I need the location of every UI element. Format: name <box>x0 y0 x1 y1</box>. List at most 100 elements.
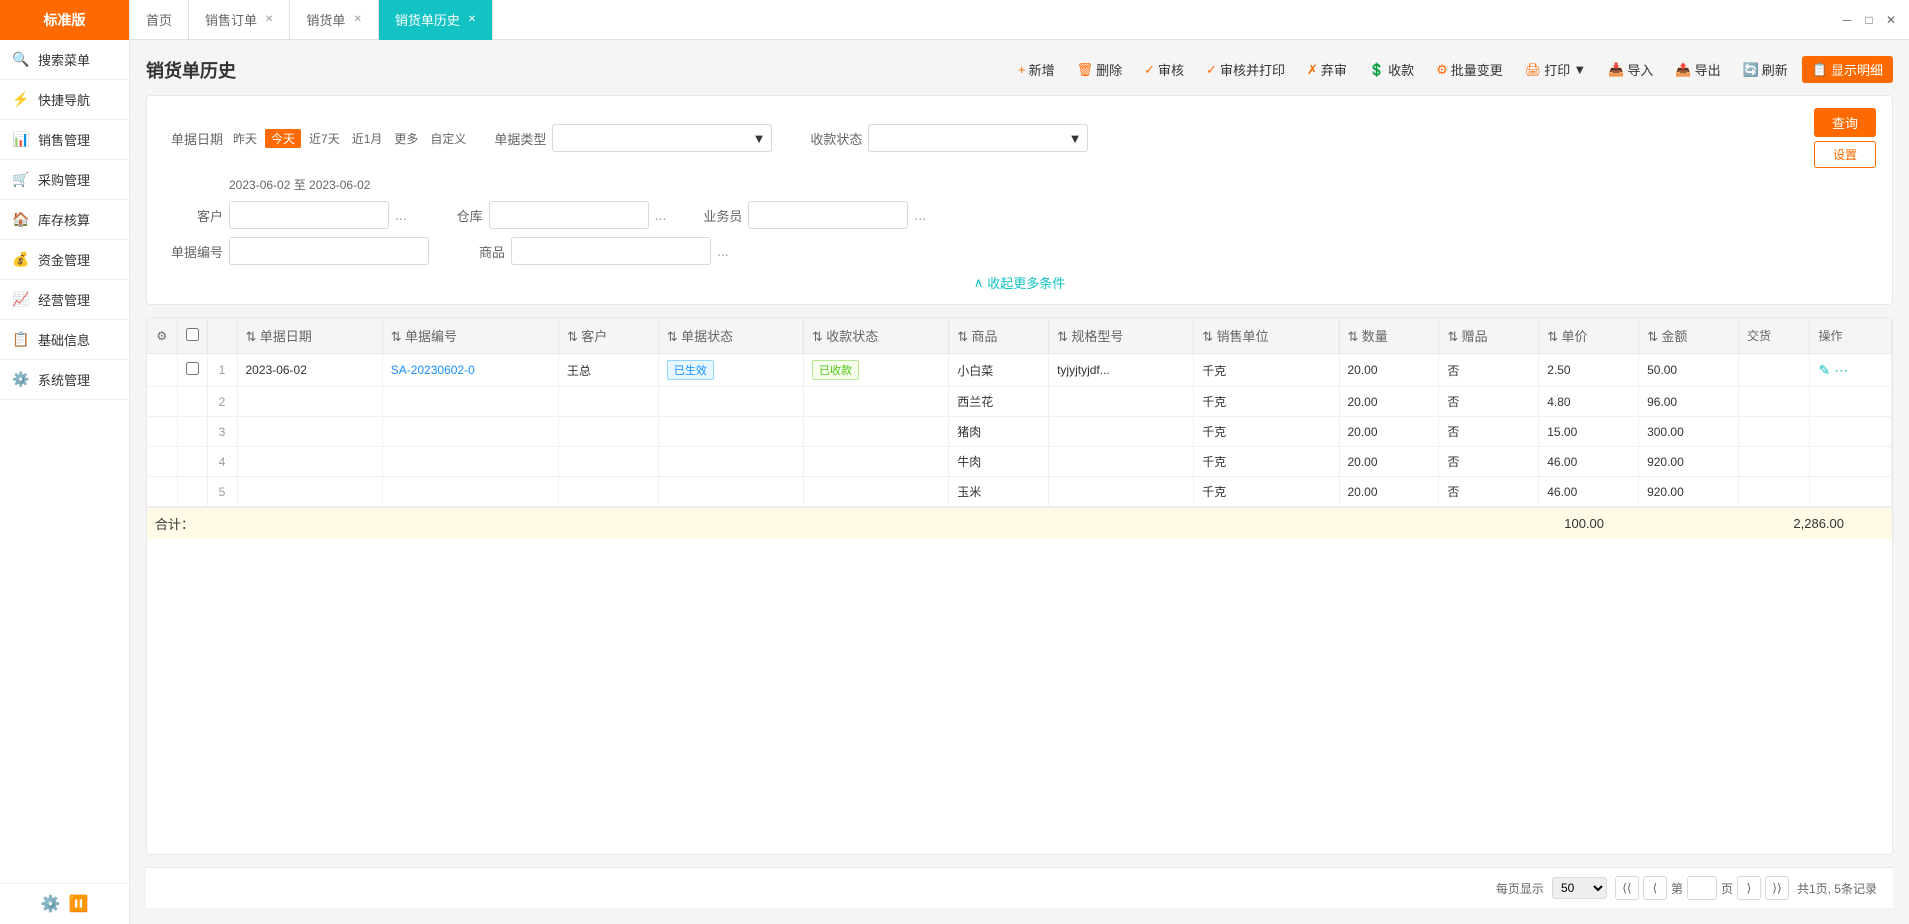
agent-input[interactable] <box>748 201 908 229</box>
tab-sales-order-close[interactable]: ✕ <box>265 14 273 25</box>
filter-customer: 客户 ... <box>163 201 407 229</box>
row-doc-no-0[interactable]: SA-20230602-0 <box>382 354 558 387</box>
row-cb-2[interactable] <box>177 417 207 447</box>
sidebar-item-finance-mgmt[interactable]: 💰 资金管理 <box>0 240 129 280</box>
row-gift-1: 否 <box>1439 387 1539 417</box>
goods-input[interactable] <box>511 237 711 265</box>
page-input[interactable]: 1 <box>1687 876 1717 900</box>
pay-status-select[interactable]: ▼ <box>868 124 1088 152</box>
window-max-btn[interactable]: □ <box>1859 10 1879 30</box>
show-detail-button[interactable]: 📋 显示明细 <box>1802 56 1893 83</box>
print-button[interactable]: 🖨 打印 ▼ <box>1517 56 1594 83</box>
doc-type-arrow: ▼ <box>753 131 766 146</box>
row-doc-no-1[interactable] <box>382 387 558 417</box>
shortcut-today[interactable]: 今天 <box>265 129 301 148</box>
row-doc-no-2[interactable] <box>382 417 558 447</box>
col-amount[interactable]: ⇅ 金额 <box>1639 318 1739 354</box>
customer-input[interactable] <box>229 201 389 229</box>
col-spec[interactable]: ⇅ 规格型号 <box>1049 318 1194 354</box>
col-gift[interactable]: ⇅ 赠品 <box>1439 318 1539 354</box>
shortcut-custom[interactable]: 自定义 <box>426 129 470 148</box>
print-arrow-icon: ▼ <box>1573 62 1586 77</box>
sidebar-item-basic-info[interactable]: 📋 基础信息 <box>0 320 129 360</box>
col-customer[interactable]: ⇅ 客户 <box>558 318 658 354</box>
tab-sales-history-close[interactable]: ✕ <box>468 14 476 25</box>
refresh-button[interactable]: 🔄 刷新 <box>1735 56 1796 83</box>
warehouse-input[interactable] <box>489 201 649 229</box>
collect-button[interactable]: 💲 收款 <box>1361 56 1422 83</box>
select-all-checkbox[interactable] <box>186 328 199 341</box>
shortcut-yesterday[interactable]: 昨天 <box>229 129 261 148</box>
row-more-icon-0[interactable]: ⋯ <box>1834 362 1848 379</box>
col-qty[interactable]: ⇅ 数量 <box>1339 318 1439 354</box>
delete-icon: 🗑 <box>1077 62 1094 78</box>
row-edit-icon-0[interactable]: ✎ <box>1818 362 1830 379</box>
sidebar-item-label: 采购管理 <box>38 170 90 189</box>
tab-home[interactable]: 首页 <box>130 0 189 40</box>
row-cb-3[interactable] <box>177 447 207 477</box>
col-pay-status[interactable]: ⇅ 收款状态 <box>804 318 949 354</box>
tab-sales-history[interactable]: 销货单历史 ✕ <box>379 0 493 40</box>
col-doc-no[interactable]: ⇅ 单据编号 <box>382 318 558 354</box>
row-gift-4: 否 <box>1439 477 1539 507</box>
set-button[interactable]: 设置 <box>1814 141 1876 168</box>
batch-change-button[interactable]: ⚙ 批量变更 <box>1428 56 1511 83</box>
row-doc-no-4[interactable] <box>382 477 558 507</box>
sidebar-item-purchase-mgmt[interactable]: 🛒 采购管理 <box>0 160 129 200</box>
review-print-button[interactable]: ✓ 审核并打印 <box>1198 56 1293 83</box>
window-min-btn[interactable]: ─ <box>1837 10 1857 30</box>
tab-sales-goods-close[interactable]: ✕ <box>353 14 361 25</box>
page-prev-btn[interactable]: ⟨ <box>1643 876 1667 900</box>
sidebar-item-quick-nav[interactable]: ⚡ 快捷导航 <box>0 80 129 120</box>
row-qty-0: 20.00 <box>1339 354 1439 387</box>
col-goods[interactable]: ⇅ 商品 <box>949 318 1049 354</box>
delete-button[interactable]: 🗑 删除 <box>1069 56 1131 83</box>
row-doc-no-3[interactable] <box>382 447 558 477</box>
col-doc-status[interactable]: ⇅ 单据状态 <box>658 318 803 354</box>
settings-footer-icon[interactable]: ⚙️ <box>41 894 61 914</box>
doc-no-input[interactable] <box>229 237 429 265</box>
row-checkbox-0[interactable] <box>186 362 199 375</box>
doc-type-select[interactable]: ▼ <box>552 124 772 152</box>
collect-label: 收款 <box>1388 60 1414 79</box>
sidebar-item-sys-mgmt[interactable]: ⚙️ 系统管理 <box>0 360 129 400</box>
shortcut-1month[interactable]: 近1月 <box>348 129 387 148</box>
warehouse-ellipsis[interactable]: ... <box>655 207 667 223</box>
col-unit[interactable]: ⇅ 销售单位 <box>1194 318 1339 354</box>
col-price[interactable]: ⇅ 单价 <box>1539 318 1639 354</box>
col-gear[interactable]: ⚙ <box>147 318 177 354</box>
query-button[interactable]: 查询 <box>1814 108 1876 137</box>
new-button[interactable]: + 新增 <box>1010 56 1063 83</box>
import-button[interactable]: 📥 导入 <box>1600 56 1661 83</box>
sidebar-item-inventory[interactable]: 🏠 库存核算 <box>0 200 129 240</box>
abandon-button[interactable]: ✗ 弃审 <box>1299 56 1355 83</box>
shortcut-more[interactable]: 更多 <box>390 129 422 148</box>
toggle-more-btn[interactable]: ∧ 收起更多条件 <box>163 273 1876 292</box>
customer-ellipsis[interactable]: ... <box>395 207 407 223</box>
col-spec-label: 规格型号 <box>1071 329 1123 344</box>
per-page-select[interactable]: 50 100 200 <box>1552 877 1607 899</box>
agent-ellipsis[interactable]: ... <box>914 207 926 223</box>
row-cb-4[interactable] <box>177 477 207 507</box>
col-checkbox[interactable] <box>177 318 207 354</box>
tab-sales-goods[interactable]: 销货单 ✕ <box>290 0 378 40</box>
page-next-btn[interactable]: ⟩ <box>1737 876 1761 900</box>
sidebar-item-sales-mgmt[interactable]: 📊 销售管理 <box>0 120 129 160</box>
row-goods-1: 西兰花 <box>949 387 1049 417</box>
goods-ellipsis[interactable]: ... <box>717 243 729 259</box>
col-price-sort: ⇅ <box>1547 329 1558 344</box>
export-button[interactable]: 📤 导出 <box>1667 56 1728 83</box>
shortcut-7days[interactable]: 近7天 <box>305 129 344 148</box>
row-cb-0[interactable] <box>177 354 207 387</box>
tab-sales-order[interactable]: 销售订单 ✕ <box>189 0 290 40</box>
page-last-btn[interactable]: ⟩⟩ <box>1765 876 1789 900</box>
pause-footer-icon[interactable]: ⏸️ <box>69 894 89 914</box>
sidebar-item-ops-mgmt[interactable]: 📈 经营管理 <box>0 280 129 320</box>
review-button[interactable]: ✓ 审核 <box>1136 56 1192 83</box>
col-date[interactable]: ⇅ 单据日期 <box>237 318 382 354</box>
row-cb-1[interactable] <box>177 387 207 417</box>
window-close-btn[interactable]: ✕ <box>1881 10 1901 30</box>
row-no-4: 5 <box>207 477 237 507</box>
sidebar-item-search-menu[interactable]: 🔍 搜索菜单 <box>0 40 129 80</box>
page-first-btn[interactable]: ⟨⟨ <box>1615 876 1639 900</box>
